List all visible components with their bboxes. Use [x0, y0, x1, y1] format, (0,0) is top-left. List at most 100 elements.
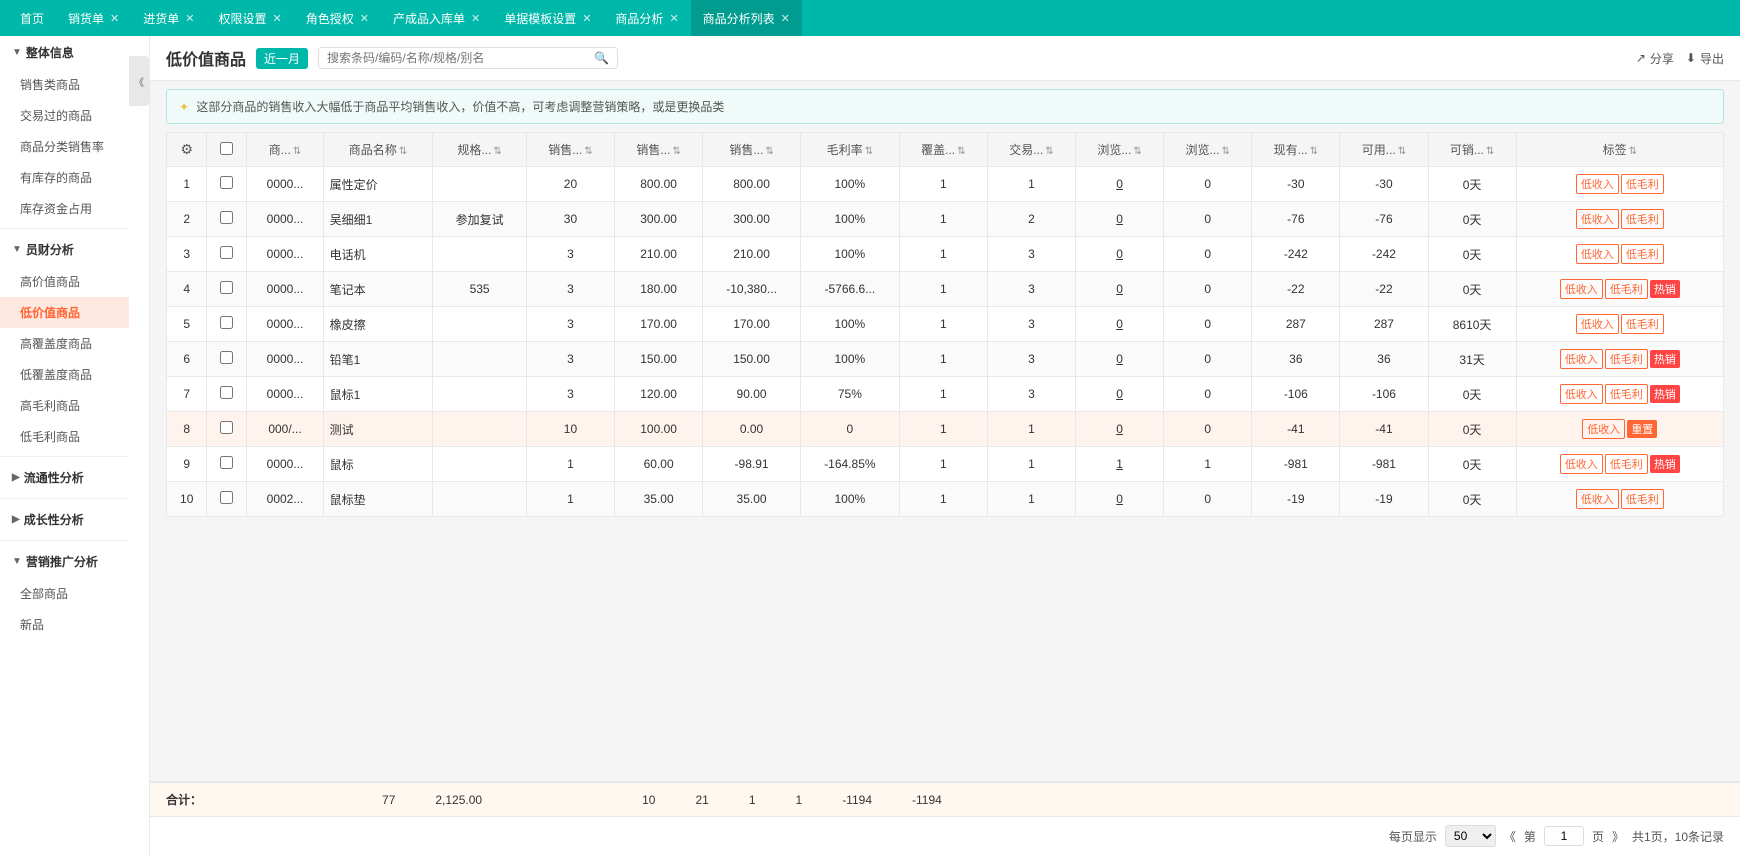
row-col11[interactable]: 0 — [1076, 272, 1164, 307]
row-select-checkbox[interactable] — [220, 316, 233, 329]
sidebar-item-all-products[interactable]: 全部商品 — [0, 578, 129, 609]
page-size-select[interactable]: 50 100 200 — [1445, 825, 1496, 847]
sidebar-item-sales-products[interactable]: 销售类商品 — [0, 69, 129, 100]
search-icon[interactable]: 🔍 — [594, 51, 609, 65]
browse-link[interactable]: 0 — [1116, 422, 1123, 436]
row-col11[interactable]: 0 — [1076, 202, 1164, 237]
close-icon[interactable]: ✕ — [669, 12, 678, 25]
select-all-checkbox[interactable] — [220, 142, 233, 155]
share-button[interactable]: ↗ 分享 — [1636, 50, 1674, 67]
row-checkbox[interactable] — [207, 202, 247, 237]
row-select-checkbox[interactable] — [220, 421, 233, 434]
col-checkbox[interactable] — [207, 133, 247, 167]
col-gear[interactable]: ⚙ — [167, 133, 207, 167]
row-select-checkbox[interactable] — [220, 176, 233, 189]
row-col11[interactable]: 0 — [1076, 377, 1164, 412]
export-button[interactable]: ⬇ 导出 — [1686, 50, 1724, 67]
row-col11[interactable]: 0 — [1076, 167, 1164, 202]
row-checkbox[interactable] — [207, 342, 247, 377]
time-badge[interactable]: 近一月 — [256, 48, 308, 69]
sidebar-section-overall[interactable]: ▼ 整体信息 — [0, 36, 129, 69]
close-icon[interactable]: ✕ — [781, 12, 790, 25]
col-available-stock[interactable]: 可用...⇅ — [1340, 133, 1428, 167]
browse-link[interactable]: 0 — [1116, 177, 1123, 191]
col-browse1[interactable]: 浏览...⇅ — [1076, 133, 1164, 167]
row-checkbox[interactable] — [207, 447, 247, 482]
close-icon[interactable]: ✕ — [582, 12, 591, 25]
browse-link[interactable]: 0 — [1116, 247, 1123, 261]
col-sales1[interactable]: 销售...⇅ — [526, 133, 614, 167]
row-select-checkbox[interactable] — [220, 386, 233, 399]
row-select-checkbox[interactable] — [220, 456, 233, 469]
sidebar-section-marketing[interactable]: ▼ 营销推广分析 — [0, 545, 129, 578]
sidebar-item-low-coverage[interactable]: 低覆盖度商品 — [0, 359, 129, 390]
row-col11[interactable]: 0 — [1076, 237, 1164, 272]
sidebar-item-low-value[interactable]: 低价值商品 — [0, 297, 129, 328]
col-browse2[interactable]: 浏览...⇅ — [1164, 133, 1252, 167]
chevron-left-icon[interactable]: 《 — [1504, 828, 1516, 845]
browse-link[interactable]: 0 — [1116, 282, 1123, 296]
sidebar-item-high-coverage[interactable]: 高覆盖度商品 — [0, 328, 129, 359]
chevron-right-icon[interactable]: 》 — [1612, 828, 1624, 845]
page-number-input[interactable] — [1544, 826, 1584, 846]
row-checkbox[interactable] — [207, 272, 247, 307]
col-coverage[interactable]: 覆盖...⇅ — [899, 133, 987, 167]
browse-link[interactable]: 1 — [1116, 457, 1123, 471]
sidebar-item-high-margin[interactable]: 高毛利商品 — [0, 390, 129, 421]
row-select-checkbox[interactable] — [220, 351, 233, 364]
row-select-checkbox[interactable] — [220, 246, 233, 259]
row-col11[interactable]: 0 — [1076, 342, 1164, 377]
close-icon[interactable]: ✕ — [185, 12, 194, 25]
sidebar-item-stock-funds[interactable]: 库存资金占用 — [0, 193, 129, 224]
browse-link[interactable]: 0 — [1116, 212, 1123, 226]
gear-icon[interactable]: ⚙ — [180, 141, 193, 157]
sidebar-section-liquidity[interactable]: ▶ 流通性分析 — [0, 461, 129, 494]
sidebar-section-employee-finance[interactable]: ▼ 员财分析 — [0, 233, 129, 266]
close-icon[interactable]: ✕ — [110, 12, 119, 25]
browse-link[interactable]: 0 — [1116, 317, 1123, 331]
browse-link[interactable]: 0 — [1116, 352, 1123, 366]
row-checkbox[interactable] — [207, 237, 247, 272]
col-trade[interactable]: 交易...⇅ — [987, 133, 1075, 167]
sidebar-item-category-sales[interactable]: 商品分类销售率 — [0, 131, 129, 162]
row-checkbox[interactable] — [207, 412, 247, 447]
col-spec[interactable]: 规格...⇅ — [433, 133, 527, 167]
close-icon[interactable]: ✕ — [273, 12, 282, 25]
col-name[interactable]: 商品名称⇅ — [323, 133, 433, 167]
nav-permission[interactable]: 权限设置 ✕ — [206, 0, 293, 36]
nav-template-settings[interactable]: 单据模板设置 ✕ — [492, 0, 603, 36]
nav-sales-order[interactable]: 销货单 ✕ — [56, 0, 131, 36]
row-select-checkbox[interactable] — [220, 281, 233, 294]
col-sales3[interactable]: 销售...⇅ — [703, 133, 801, 167]
browse-link[interactable]: 0 — [1116, 492, 1123, 506]
sidebar-item-high-value[interactable]: 高价值商品 — [0, 266, 129, 297]
row-col11[interactable]: 0 — [1076, 412, 1164, 447]
row-select-checkbox[interactable] — [220, 211, 233, 224]
collapse-sidebar-button[interactable]: 《 — [129, 56, 149, 106]
search-input[interactable] — [327, 51, 590, 65]
nav-product-analysis[interactable]: 商品分析 ✕ — [603, 0, 690, 36]
col-tags[interactable]: 标签⇅ — [1516, 133, 1723, 167]
close-icon[interactable]: ✕ — [360, 12, 369, 25]
nav-product-analysis-list[interactable]: 商品分析列表 ✕ — [691, 0, 802, 36]
nav-product-warehouse[interactable]: 产成品入库单 ✕ — [381, 0, 492, 36]
close-icon[interactable]: ✕ — [471, 12, 480, 25]
nav-role-auth[interactable]: 角色授权 ✕ — [294, 0, 381, 36]
col-code[interactable]: 商...⇅ — [247, 133, 323, 167]
row-checkbox[interactable] — [207, 377, 247, 412]
nav-home[interactable]: 首页 — [8, 0, 56, 36]
col-sellable-stock[interactable]: 可销...⇅ — [1428, 133, 1516, 167]
row-select-checkbox[interactable] — [220, 491, 233, 504]
row-checkbox[interactable] — [207, 482, 247, 517]
sidebar-item-stock-products[interactable]: 有库存的商品 — [0, 162, 129, 193]
row-col11[interactable]: 1 — [1076, 447, 1164, 482]
row-col11[interactable]: 0 — [1076, 307, 1164, 342]
nav-purchase-order[interactable]: 进货单 ✕ — [131, 0, 206, 36]
sidebar-item-low-margin[interactable]: 低毛利商品 — [0, 421, 129, 452]
browse-link[interactable]: 0 — [1116, 387, 1123, 401]
col-sales2[interactable]: 销售...⇅ — [615, 133, 703, 167]
sidebar-item-traded-products[interactable]: 交易过的商品 — [0, 100, 129, 131]
row-checkbox[interactable] — [207, 167, 247, 202]
col-current-stock[interactable]: 现有...⇅ — [1252, 133, 1340, 167]
sidebar-section-growth[interactable]: ▶ 成长性分析 — [0, 503, 129, 536]
